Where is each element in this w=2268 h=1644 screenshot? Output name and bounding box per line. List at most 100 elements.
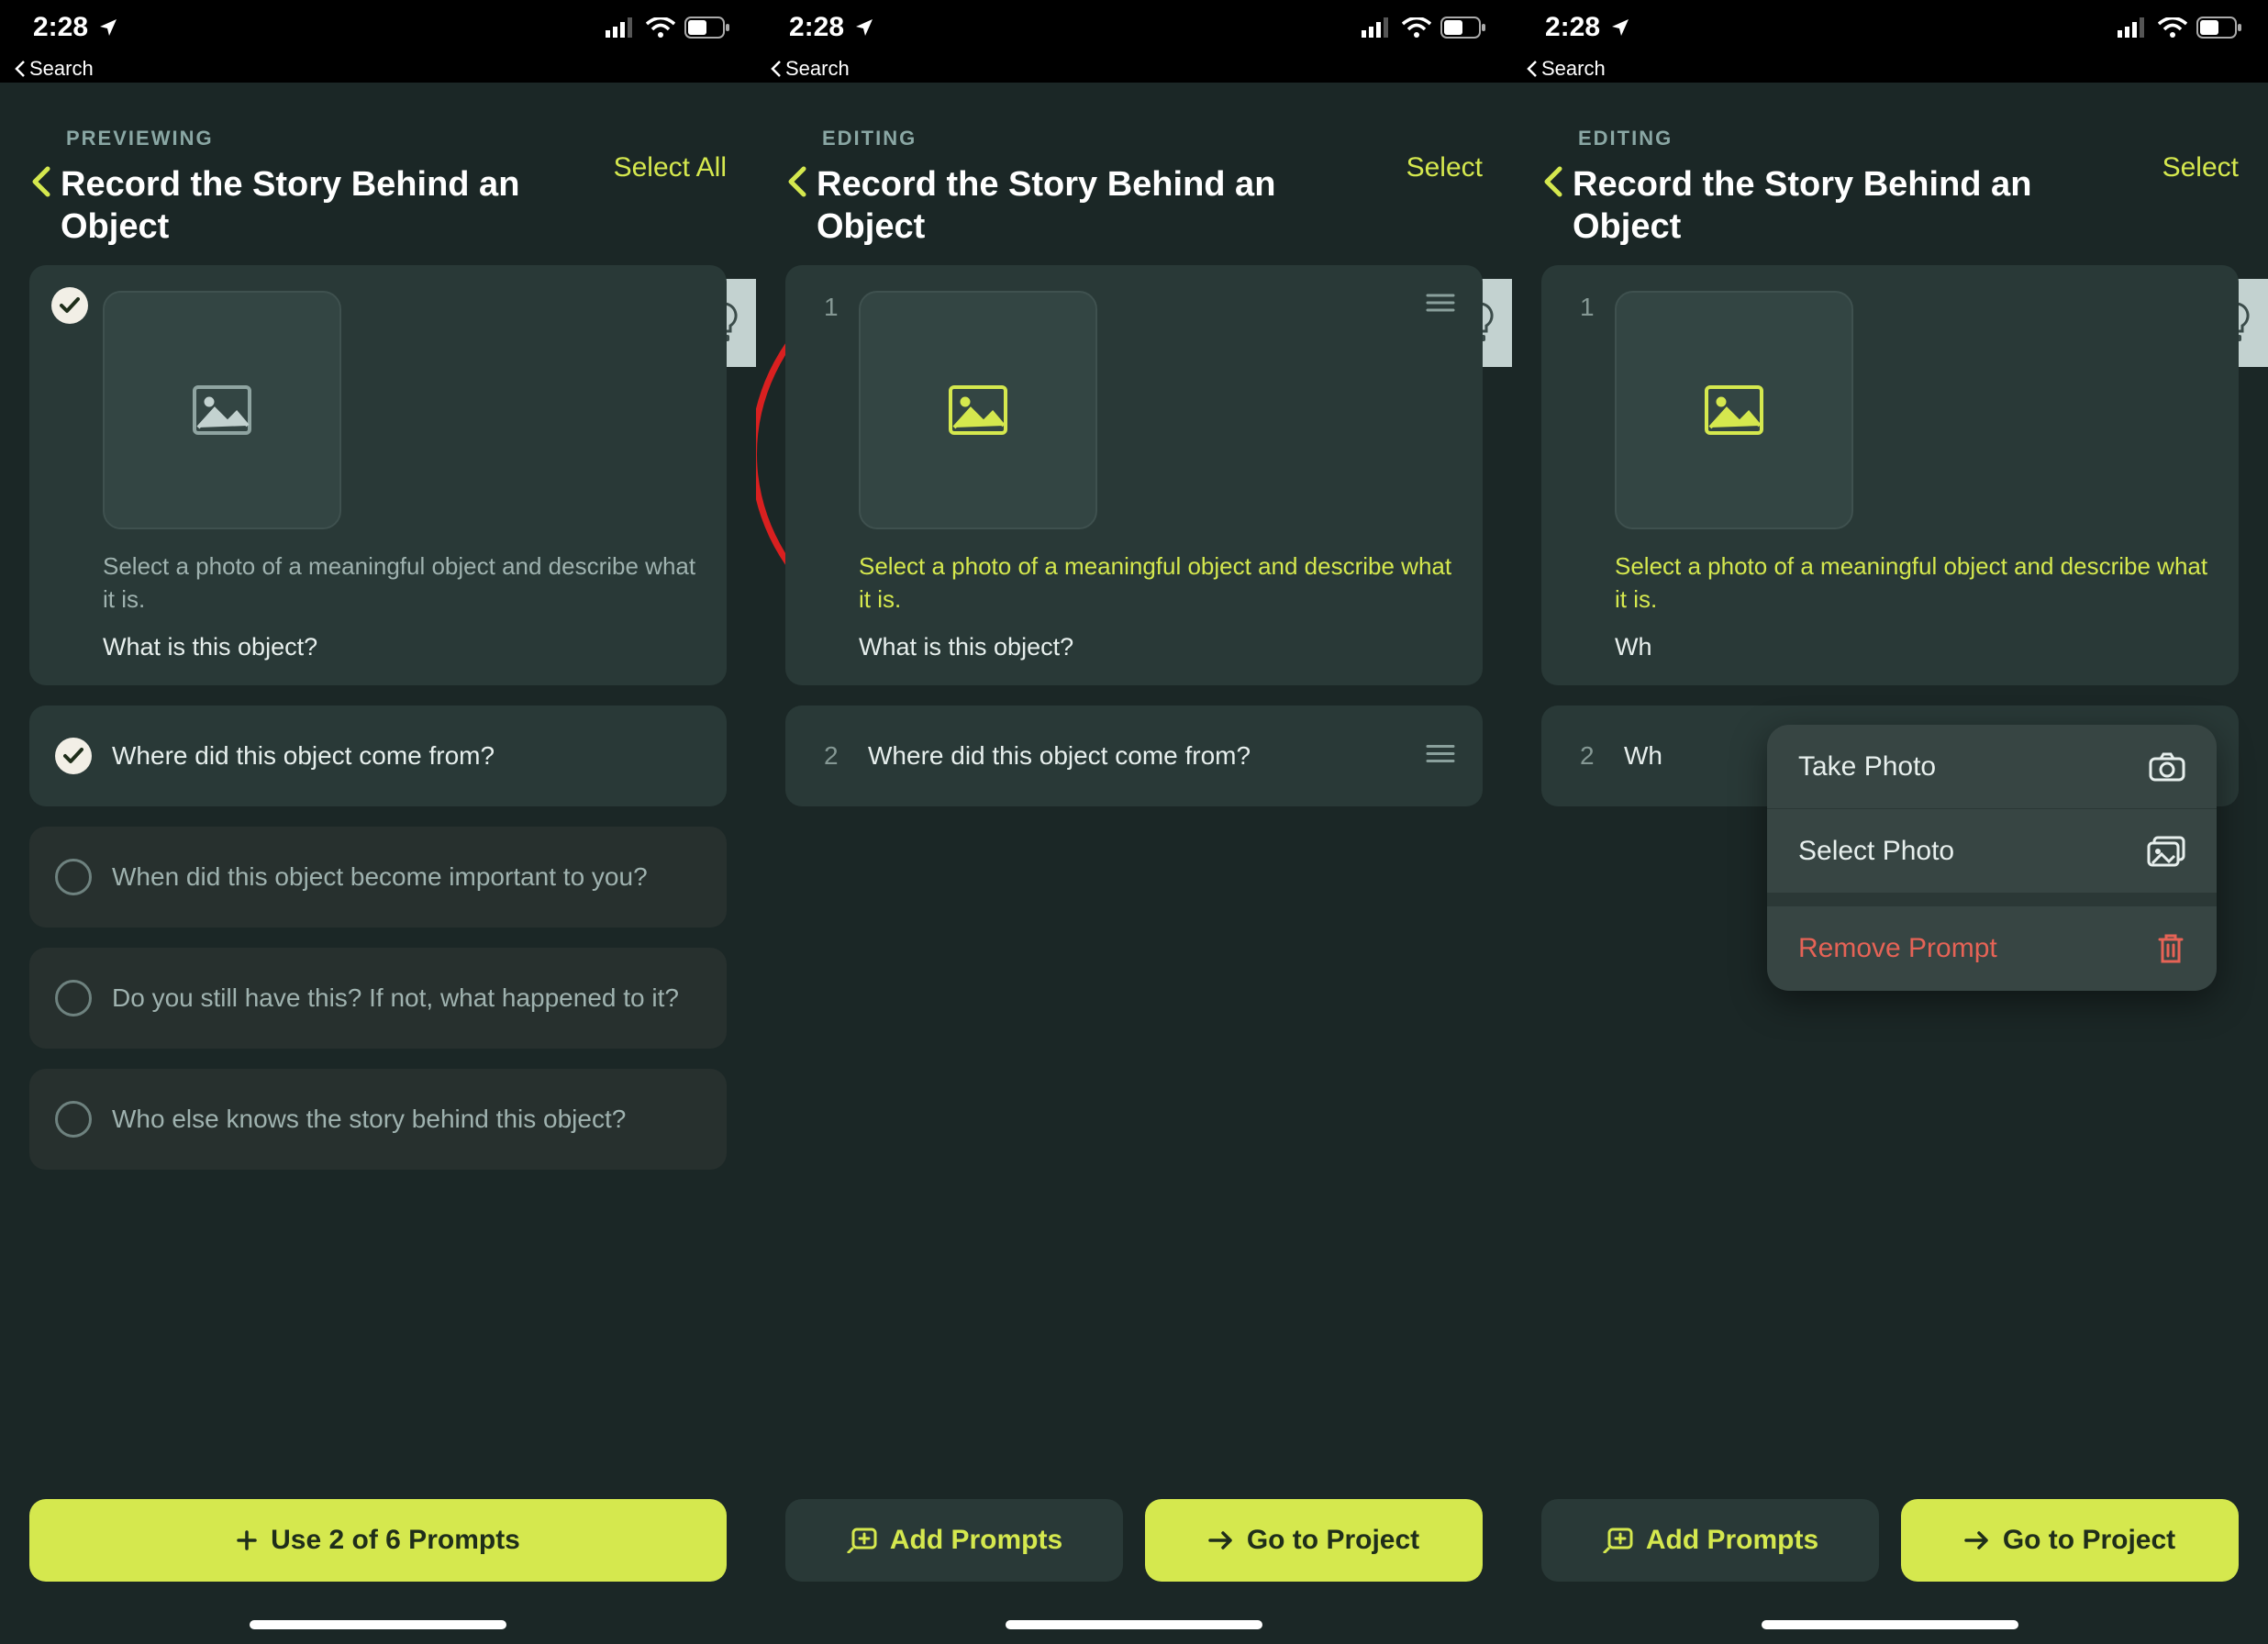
eyebrow-label: EDITING (822, 127, 1483, 150)
go-to-project-label: Go to Project (2003, 1525, 2175, 1556)
cellular-icon (1362, 17, 1393, 38)
go-to-project-label: Go to Project (1247, 1525, 1419, 1556)
index-label: 1 (824, 293, 839, 322)
hero-description: Select a photo of a meaningful object an… (103, 550, 701, 616)
eyebrow-label: PREVIEWING (66, 127, 727, 150)
status-bar: 2:28 (0, 0, 756, 55)
status-icons (1362, 17, 1486, 39)
trash-icon (2156, 932, 2185, 965)
wifi-icon (1402, 17, 1431, 38)
index-label: 2 (824, 741, 839, 771)
index-label: 2 (1580, 741, 1595, 771)
battery-icon (2196, 17, 2242, 39)
back-to-search[interactable]: Search (0, 55, 756, 83)
image-placeholder[interactable] (1615, 291, 1853, 529)
chevron-left-icon (785, 165, 807, 198)
drag-handle-icon[interactable] (1426, 293, 1455, 317)
chevron-left-icon (1541, 165, 1563, 198)
prompt-text: Wh (1624, 739, 1662, 773)
take-photo-item[interactable]: Take Photo (1767, 725, 2217, 809)
status-icons (606, 17, 730, 39)
prompt-text: Where did this object come from? (868, 739, 1251, 773)
add-prompts-button[interactable]: Add Prompts (785, 1499, 1123, 1582)
page-title: Record the Story Behind an Object (817, 163, 1294, 249)
go-to-project-button[interactable]: Go to Project (1901, 1499, 2239, 1582)
wifi-icon (646, 17, 675, 38)
location-services-icon (97, 17, 119, 39)
prompt-text: Where did this object come from? (112, 739, 495, 773)
cellular-icon (606, 17, 637, 38)
select-photo-item[interactable]: Select Photo (1767, 809, 2217, 894)
status-time: 2:28 (1545, 12, 1600, 43)
back-button[interactable] (1541, 163, 1573, 198)
back-to-search[interactable]: Search (1512, 55, 2268, 83)
prompt-item[interactable]: When did this object become important to… (29, 827, 727, 928)
add-prompt-icon (846, 1527, 877, 1553)
select-photo-label: Select Photo (1798, 836, 1954, 867)
status-bar: 2:28 (756, 0, 1512, 55)
location-services-icon (1609, 17, 1631, 39)
image-placeholder[interactable] (859, 291, 1097, 529)
back-search-label: Search (29, 57, 94, 81)
unchecked-icon (55, 1101, 92, 1138)
chevron-left-icon (1525, 60, 1540, 78)
back-search-label: Search (1541, 57, 1606, 81)
checked-icon (55, 738, 92, 774)
image-placeholder[interactable] (103, 291, 341, 529)
back-search-label: Search (785, 57, 850, 81)
prompt-text: Do you still have this? If not, what hap… (112, 981, 679, 1016)
context-menu: Take Photo Select Photo Remove Prompt (1767, 725, 2217, 991)
back-button[interactable] (785, 163, 817, 198)
take-photo-label: Take Photo (1798, 751, 1936, 783)
select-button[interactable]: Select (1406, 152, 1483, 183)
arrow-right-icon (1208, 1530, 1234, 1550)
image-icon (1705, 385, 1763, 435)
use-prompts-button[interactable]: Use 2 of 6 Prompts (29, 1499, 727, 1582)
prompt-item[interactable]: Where did this object come from? (29, 705, 727, 806)
location-services-icon (853, 17, 875, 39)
hero-question: What is this object? (103, 633, 701, 661)
status-time: 2:28 (33, 12, 88, 43)
phone-screen-2: 2:28 Search EDITING Record the Story Beh… (756, 0, 1512, 1644)
remove-prompt-item[interactable]: Remove Prompt (1767, 906, 2217, 991)
back-to-search[interactable]: Search (756, 55, 1512, 83)
add-prompts-button[interactable]: Add Prompts (1541, 1499, 1879, 1582)
hero-prompt-card[interactable]: Select a photo of a meaningful object an… (29, 265, 727, 685)
home-indicator[interactable] (250, 1620, 506, 1629)
home-indicator[interactable] (1762, 1620, 2018, 1629)
hero-description: Select a photo of a meaningful object an… (1615, 550, 2213, 616)
chevron-left-icon (29, 165, 51, 198)
index-label: 1 (1580, 293, 1595, 322)
hero-prompt-card[interactable]: 1 Select a photo of a meaningful object … (1541, 265, 2239, 685)
checked-icon (51, 287, 88, 324)
go-to-project-button[interactable]: Go to Project (1145, 1499, 1483, 1582)
wifi-icon (2158, 17, 2187, 38)
prompt-item[interactable]: Do you still have this? If not, what hap… (29, 948, 727, 1049)
remove-prompt-label: Remove Prompt (1798, 933, 1997, 964)
home-indicator[interactable] (1006, 1620, 1262, 1629)
phone-screen-3: 2:28 Search EDITING Record the Story Beh… (1512, 0, 2268, 1644)
plus-icon (236, 1529, 258, 1551)
battery-icon (1440, 17, 1486, 39)
prompt-text: Who else knows the story behind this obj… (112, 1102, 626, 1137)
select-all-button[interactable]: Select All (614, 152, 727, 183)
use-prompts-label: Use 2 of 6 Prompts (271, 1525, 520, 1556)
hero-prompt-card[interactable]: 1 Select a photo of a meaningful object … (785, 265, 1483, 685)
prompt-item[interactable]: 2 Where did this object come from? (785, 705, 1483, 806)
unchecked-icon (55, 859, 92, 895)
prompt-item[interactable]: Who else knows the story behind this obj… (29, 1069, 727, 1170)
image-icon (193, 385, 251, 435)
arrow-right-icon (1964, 1530, 1990, 1550)
drag-handle-icon[interactable] (1426, 743, 1455, 768)
unchecked-icon (55, 980, 92, 1016)
image-icon (949, 385, 1007, 435)
status-time: 2:28 (789, 12, 844, 43)
chevron-left-icon (13, 60, 28, 78)
status-bar: 2:28 (1512, 0, 2268, 55)
hero-question: What is this object? (859, 633, 1457, 661)
back-button[interactable] (29, 163, 61, 198)
phone-screen-1: 2:28 Search PREVIEWING Record the Story (0, 0, 756, 1644)
select-button[interactable]: Select (2162, 152, 2239, 183)
hero-description: Select a photo of a meaningful object an… (859, 550, 1457, 616)
camera-icon (2149, 752, 2185, 782)
